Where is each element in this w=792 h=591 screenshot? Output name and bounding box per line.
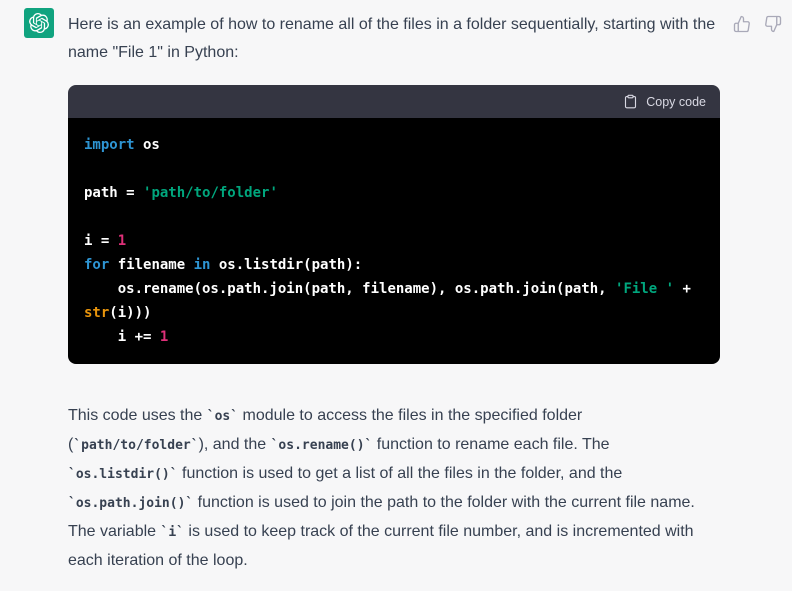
thumbs-down-button[interactable]	[764, 15, 782, 33]
code-line: import os	[84, 137, 160, 153]
inline-code: `os.rename()`	[270, 438, 373, 453]
thumbs-down-icon	[765, 15, 782, 33]
code-block: Copy code import os path = 'path/to/folde…	[68, 85, 720, 364]
code-line: i = 1	[84, 233, 127, 249]
inline-code: `i`	[160, 525, 184, 540]
inline-code: `os`	[206, 409, 239, 424]
thumbs-up-icon	[733, 15, 750, 33]
explanation-text: This code uses the `os` module to access…	[68, 407, 695, 569]
inline-code: `os.listdir()`	[68, 467, 178, 482]
code-line: for filename in os.listdir(path):	[84, 257, 363, 273]
clipboard-icon	[625, 94, 637, 109]
code-block-header: Copy code	[68, 85, 720, 118]
assistant-message: Here is an example of how to rename all …	[0, 0, 792, 591]
inline-code: `os.path.join()`	[68, 496, 194, 511]
copy-code-button[interactable]: Copy code	[623, 94, 706, 109]
inline-code: `path/to/folder`	[73, 438, 199, 453]
code-line: i += 1	[84, 329, 169, 345]
message-actions	[733, 15, 782, 33]
code-line: os.rename(os.path.join(path, filename), …	[84, 281, 700, 321]
openai-logo-icon	[29, 13, 49, 33]
message-content: Here is an example of how to rename all …	[68, 8, 720, 591]
code-line: path = 'path/to/folder'	[84, 185, 278, 201]
assistant-avatar	[24, 8, 54, 38]
code-content: import os path = 'path/to/folder' i = 1 for…	[68, 118, 720, 364]
message-intro-text: Here is an example of how to rename all …	[68, 16, 716, 61]
thumbs-up-button[interactable]	[733, 15, 751, 33]
copy-code-label: Copy code	[646, 94, 706, 109]
